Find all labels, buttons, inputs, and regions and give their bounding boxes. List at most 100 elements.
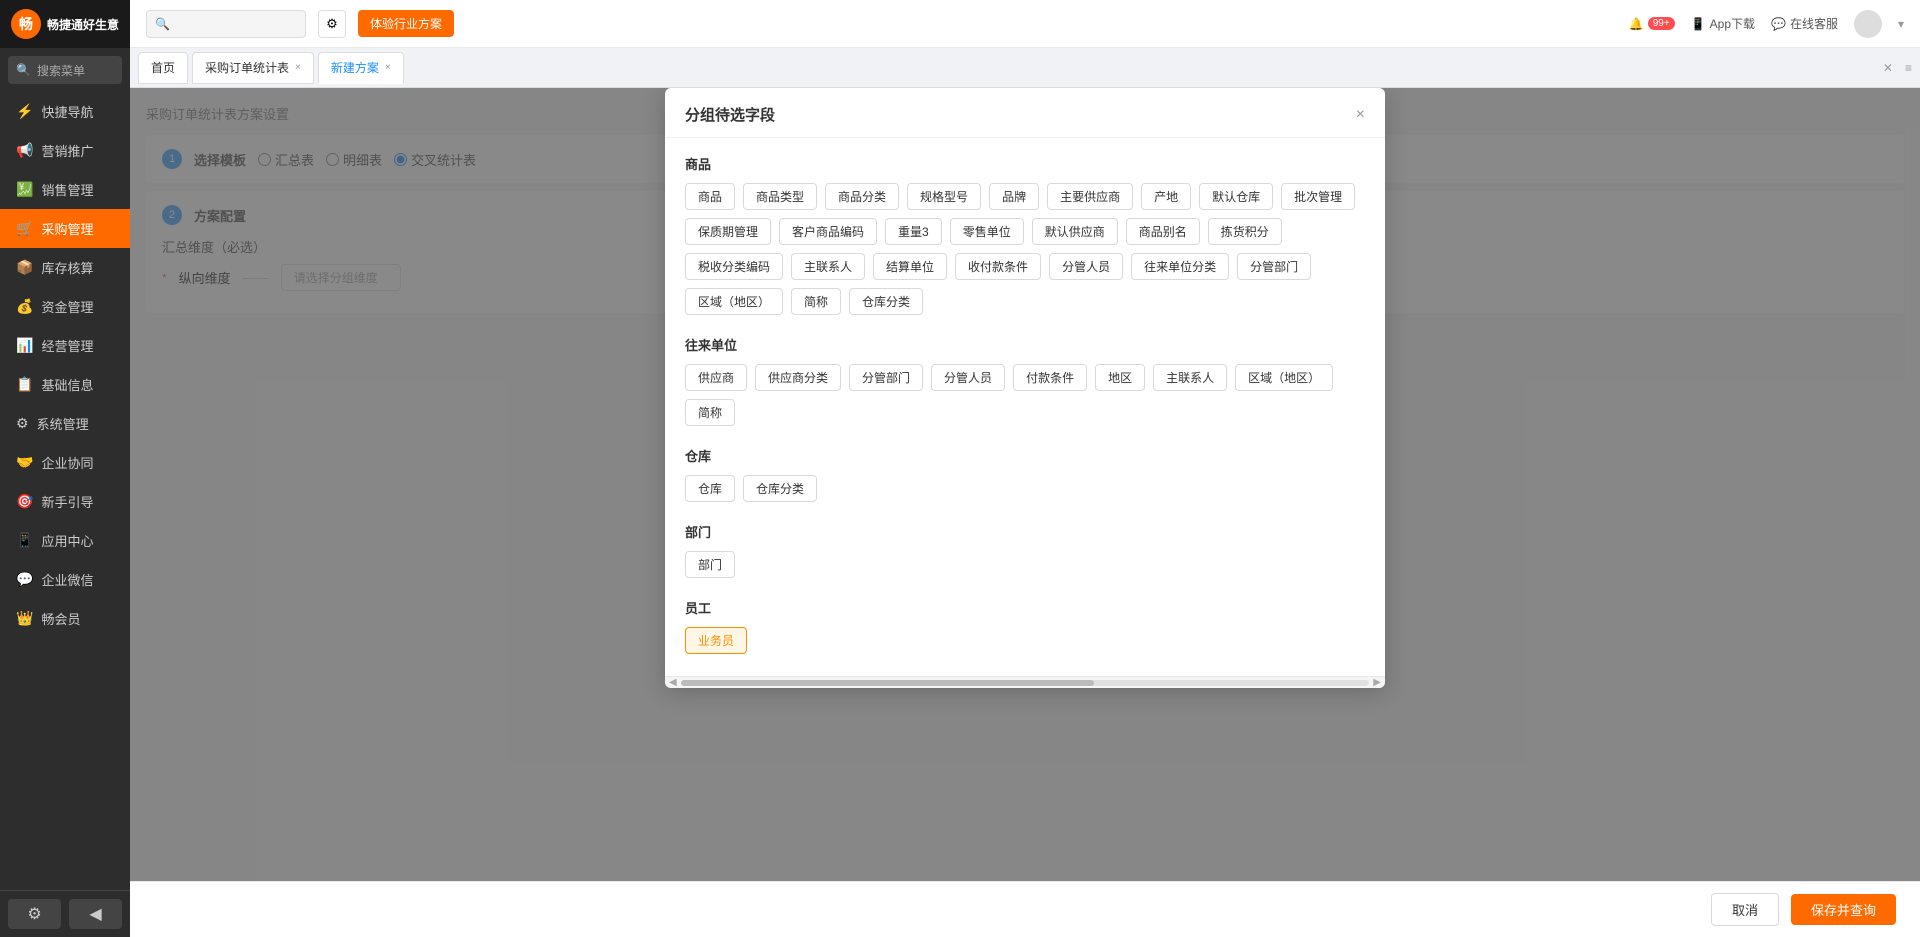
field-tag-retail_unit[interactable]: 零售单位	[950, 218, 1024, 245]
settings-btn[interactable]: ⚙	[8, 899, 61, 929]
field-tag-region[interactable]: 区域（地区）	[685, 288, 783, 315]
field-tag-region2[interactable]: 地区	[1095, 364, 1145, 391]
sidebar-item-finance[interactable]: 💰资金管理	[0, 287, 130, 326]
sidebar-search-area[interactable]: 🔍 搜索菜单	[0, 48, 130, 92]
section-tags-counterparty: 供应商供应商分类分管部门分管人员付款条件地区主联系人区域（地区） 简称	[685, 364, 1365, 426]
field-tag-payment_condition[interactable]: 付款条件	[1013, 364, 1087, 391]
sidebar-item-app-center[interactable]: 📱应用中心	[0, 521, 130, 560]
sidebar-item-member[interactable]: 👑畅会员	[0, 599, 130, 638]
field-tag-tax_code[interactable]: 税收分类编码	[685, 253, 783, 280]
field-tag-main_contact[interactable]: 主联系人	[791, 253, 865, 280]
sidebar-item-purchase[interactable]: 🛒采购管理	[0, 209, 130, 248]
modal-overlay: 分组待选字段 × 商品商品商品类型商品分类规格型号品牌主要供应商产地默认仓库批次…	[130, 88, 1920, 937]
user-avatar[interactable]	[1854, 10, 1882, 38]
field-tag-supplier_category[interactable]: 供应商分类	[755, 364, 841, 391]
modal-dialog: 分组待选字段 × 商品商品商品类型商品分类规格型号品牌主要供应商产地默认仓库批次…	[665, 88, 1385, 688]
sidebar-item-wechat[interactable]: 💬企业微信	[0, 560, 130, 599]
field-tag-warehouse_category[interactable]: 仓库分类	[849, 288, 923, 315]
tab-home-label: 首页	[151, 59, 175, 76]
sidebar-item-inventory[interactable]: 📦库存核算	[0, 248, 130, 287]
field-tag-manage_dept2[interactable]: 分管部门	[849, 364, 923, 391]
field-tag-wh_category[interactable]: 仓库分类	[743, 475, 817, 502]
field-tag-batch_manage[interactable]: 批次管理	[1281, 183, 1355, 210]
section-title-counterparty: 往来单位	[685, 335, 1365, 354]
sidebar-item-quick-nav[interactable]: ⚡快捷导航	[0, 92, 130, 131]
sales-icon: 💹	[16, 181, 33, 198]
field-tag-goods_item[interactable]: 商品	[685, 183, 735, 210]
tab-purchase-close[interactable]: ×	[295, 62, 301, 73]
field-tag-default_warehouse[interactable]: 默认仓库	[1199, 183, 1273, 210]
field-tag-supplier[interactable]: 供应商	[685, 364, 747, 391]
cooperation-icon: 🤝	[16, 454, 33, 471]
top-search-box[interactable]: 🔍	[146, 10, 306, 38]
sidebar-search-btn[interactable]: 🔍 搜索菜单	[8, 56, 122, 84]
field-tag-weight3[interactable]: 重量3	[885, 218, 942, 245]
sidebar-item-operations[interactable]: 📊经营管理	[0, 326, 130, 365]
field-tag-origin[interactable]: 产地	[1141, 183, 1191, 210]
sidebar-item-guide[interactable]: 🎯新手引导	[0, 482, 130, 521]
field-tag-wh[interactable]: 仓库	[685, 475, 735, 502]
notification-btn[interactable]: 🔔 99+	[1629, 17, 1675, 31]
field-tag-source_unit_category[interactable]: 往来单位分类	[1131, 253, 1229, 280]
sidebar-nav: ⚡快捷导航📢营销推广 💹 销售管理 🛒采购管理📦库存核算💰资金管理📊经营管理📋基础信息…	[0, 92, 130, 638]
field-tag-short_name2[interactable]: 简称	[685, 399, 735, 426]
sidebar-item-system[interactable]: ⚙系统管理	[0, 404, 130, 443]
field-tag-main_contact2[interactable]: 主联系人	[1153, 364, 1227, 391]
field-tag-region3[interactable]: 区域（地区）	[1235, 364, 1333, 391]
sidebar-item-basic-info[interactable]: 📋基础信息	[0, 365, 130, 404]
field-tag-settle_unit[interactable]: 结算单位	[873, 253, 947, 280]
tab-purchase-stats[interactable]: 采购订单统计表 ×	[192, 52, 314, 84]
field-tag-payment_terms[interactable]: 收付款条件	[955, 253, 1041, 280]
inventory-icon: 📦	[16, 259, 33, 276]
field-tag-alias[interactable]: 商品别名	[1126, 218, 1200, 245]
sidebar-item-sales[interactable]: 💹 销售管理	[0, 170, 130, 209]
field-tag-dept[interactable]: 部门	[685, 551, 735, 578]
tab-bar-more[interactable]: ≡	[1905, 61, 1912, 75]
hscroll-track[interactable]	[681, 680, 1370, 686]
sidebar-item-label: 营销推广	[41, 141, 93, 160]
top-bar: 🔍 ⚙ 体验行业方案 🔔 99+ 📱 App下载 💬 在线客服 ▾	[130, 0, 1920, 48]
user-dropdown-icon[interactable]: ▾	[1898, 17, 1904, 31]
tab-new-scheme[interactable]: 新建方案 ×	[318, 52, 404, 84]
cancel-button[interactable]: 取消	[1711, 893, 1779, 926]
field-tag-manage_person[interactable]: 分管人员	[931, 364, 1005, 391]
hscroll-thumb[interactable]	[681, 680, 1094, 686]
field-tag-goods_type[interactable]: 商品类型	[743, 183, 817, 210]
modal-close-btn[interactable]: ×	[1356, 106, 1365, 124]
field-tag-main_supplier[interactable]: 主要供应商	[1047, 183, 1133, 210]
sidebar-item-marketing[interactable]: 📢营销推广	[0, 131, 130, 170]
app-download-btn[interactable]: 📱 App下载	[1691, 15, 1755, 32]
field-tag-pick_score[interactable]: 拣货积分	[1208, 218, 1282, 245]
online-service-btn[interactable]: 💬 在线客服	[1771, 15, 1838, 32]
sidebar-item-label: 企业微信	[41, 570, 93, 589]
field-tag-manage_dept[interactable]: 分管部门	[1237, 253, 1311, 280]
sidebar-item-label: 销售管理	[41, 180, 93, 199]
modal-hscrollbar[interactable]: ◀ ▶	[665, 676, 1385, 688]
field-tag-manager[interactable]: 分管人员	[1049, 253, 1123, 280]
sidebar-item-label: 系统管理	[37, 414, 89, 433]
settings-icon-btn[interactable]: ⚙	[318, 10, 346, 38]
section-tags-warehouse: 仓库仓库分类	[685, 475, 1365, 502]
sidebar-item-label: 资金管理	[41, 297, 93, 316]
field-tag-customer_code[interactable]: 客户商品编码	[779, 218, 877, 245]
main-content: 采购订单统计表方案设置 1 选择模板 汇总表 明细表 交叉统计表 2 方案配置 …	[130, 88, 1920, 937]
trial-btn[interactable]: 体验行业方案	[358, 10, 454, 37]
tab-home[interactable]: 首页	[138, 52, 188, 84]
field-tag-brand[interactable]: 品牌	[989, 183, 1039, 210]
collapse-btn[interactable]: ◀	[69, 899, 122, 929]
sidebar-item-cooperation[interactable]: 🤝企业协同	[0, 443, 130, 482]
field-tag-short_name[interactable]: 简称	[791, 288, 841, 315]
field-tag-goods_category[interactable]: 商品分类	[825, 183, 899, 210]
field-tag-spec_type[interactable]: 规格型号	[907, 183, 981, 210]
field-tag-default_supplier[interactable]: 默认供应商	[1032, 218, 1118, 245]
field-tag-expiry_manage[interactable]: 保质期管理	[685, 218, 771, 245]
guide-icon: 🎯	[16, 493, 33, 510]
save-confirm-button[interactable]: 保存并查询	[1791, 894, 1896, 925]
field-tag-staff[interactable]: 业务员	[685, 627, 747, 654]
member-icon: 👑	[16, 610, 33, 627]
basic-info-icon: 📋	[16, 376, 33, 393]
tab-new-scheme-close[interactable]: ×	[385, 62, 391, 73]
service-icon: 💬	[1771, 17, 1786, 31]
tab-bar-close-all[interactable]: ✕	[1883, 61, 1893, 75]
sidebar-item-label: 快捷导航	[41, 102, 93, 121]
